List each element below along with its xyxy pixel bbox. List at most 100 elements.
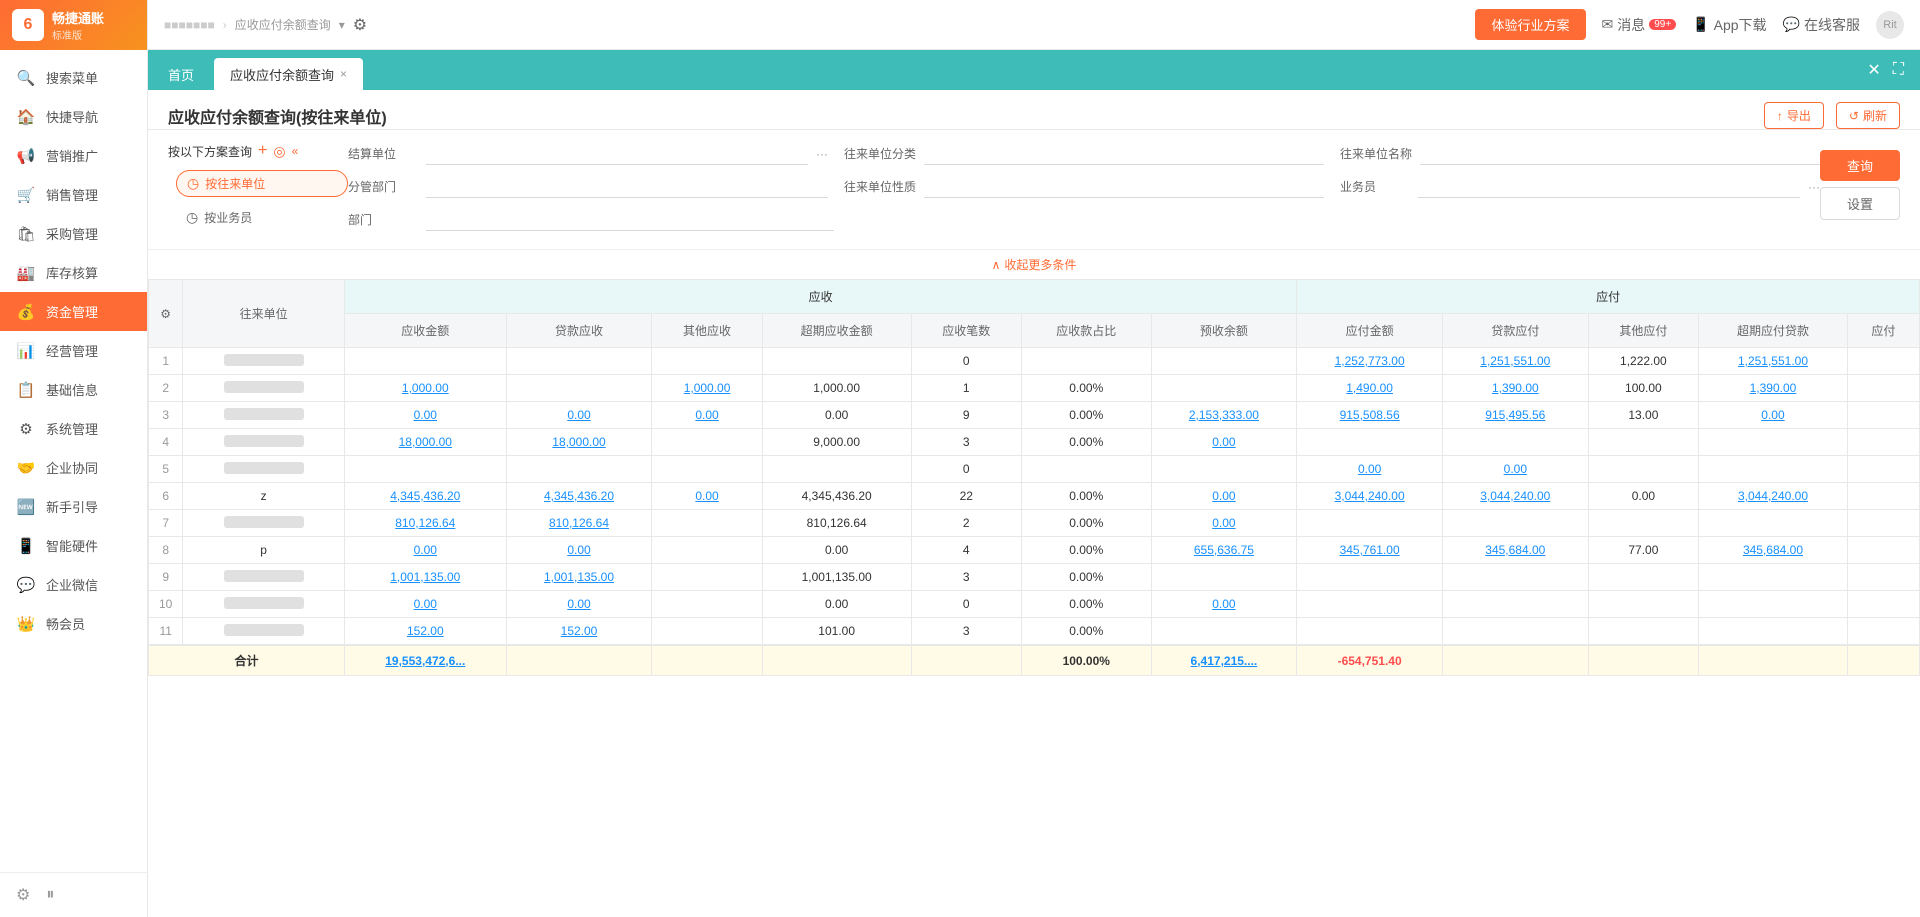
filter-section: 按以下方案查询 + ◎ « ◷ 按往来单位 ◷ 按业务员	[148, 130, 1920, 279]
sidebar-item-inventory[interactable]: 🏭库存核算	[0, 253, 147, 292]
scheme-salesperson[interactable]: ◷ 按业务员	[176, 205, 348, 230]
table-settings-icon[interactable]: ⚙	[160, 307, 171, 321]
collapse-footer-icon[interactable]: ⏸	[46, 886, 54, 904]
salesperson-dots[interactable]: ···	[1808, 180, 1820, 194]
sidebar-inventory-label: 库存核算	[46, 263, 98, 282]
sidebar-item-wechat[interactable]: 💬企业微信	[0, 565, 147, 604]
filter-add-btn[interactable]: +	[258, 142, 267, 160]
sidebar-wechat-icon: 💬	[16, 576, 36, 594]
scheme-partner[interactable]: ◷ 按往来单位	[176, 170, 348, 197]
breadcrumb-area: ■■■■■■■ › 应收应付余额查询 ▾ ⚙	[164, 15, 1463, 35]
sidebar-management-label: 经营管理	[46, 341, 98, 360]
filter-collapse-icon[interactable]: «	[292, 144, 299, 158]
sidebar-enterprise-icon: 🤝	[16, 459, 36, 477]
partner-nature-select[interactable]	[924, 175, 1324, 198]
logo-icon: 6	[12, 9, 44, 41]
sidebar-finance-icon: 💰	[16, 303, 36, 321]
settlement-input[interactable]	[426, 142, 808, 165]
app-download-icon[interactable]: 📱 App下载	[1692, 15, 1766, 35]
breadcrumb-arrow-icon[interactable]: ▾	[339, 18, 345, 32]
filter-config-btn[interactable]: ◎	[273, 143, 285, 160]
sidebar-item-management[interactable]: 📊 经营管理	[0, 331, 147, 370]
dept-mgr-select[interactable]	[426, 175, 828, 198]
sidebar-item-purchase[interactable]: 🛍采购管理	[0, 214, 147, 253]
message-label: 消息	[1617, 15, 1645, 35]
user-avatar[interactable]: Rit	[1876, 11, 1904, 39]
sidebar-sales-icon: 🛒	[16, 186, 36, 204]
sidebar-item-finance[interactable]: 💰 资金管理	[0, 292, 147, 331]
table-row: 10 0.000.000.0000.00%0.00	[149, 591, 1920, 618]
tab-active-label: 应收应付余额查询	[230, 65, 334, 84]
sidebar-logo: 6 畅捷通账 标准版	[0, 0, 147, 50]
tab-home[interactable]: 首页	[152, 58, 210, 90]
footer-prepay[interactable]: 6,417,215....	[1151, 645, 1297, 676]
sidebar-finance-label: 资金管理	[46, 302, 98, 321]
dept-select[interactable]	[426, 208, 834, 231]
page-header-actions: ↑ 导出 ↺ 刷新	[1764, 102, 1900, 129]
sidebar-vip-icon: 👑	[16, 615, 36, 633]
export-button[interactable]: ↑ 导出	[1764, 102, 1824, 129]
sidebar-basic-icon: 📋	[16, 381, 36, 399]
setting-button[interactable]: 设置	[1820, 187, 1900, 220]
sidebar-item-system[interactable]: ⚙系统管理	[0, 409, 147, 448]
tab-bar: 首页 应收应付余额查询 × ✕ ⛶	[148, 50, 1920, 90]
th-prepay-balance: 预收余额	[1151, 314, 1297, 348]
messages-icon-area[interactable]: ✉ 消息 99+	[1602, 15, 1677, 35]
tab-bar-actions: ✕ ⛶	[1867, 60, 1904, 80]
settlement-dots[interactable]: ···	[816, 147, 828, 161]
footer-label: 合计	[149, 645, 345, 676]
table-container[interactable]: ⚙ 往来单位 应收 应付 应收金额 贷款应收 其他应收 超期应收金额 应收笔数 …	[148, 279, 1920, 917]
table-row: 1 01,252,773.001,251,551.001,222.001,251…	[149, 348, 1920, 375]
sidebar-item-vip[interactable]: 👑畅会员	[0, 604, 147, 643]
page-header: 应收应付余额查询(按往来单位) ↑ 导出 ↺ 刷新	[148, 90, 1920, 130]
th-recv-ratio: 应收款占比	[1021, 314, 1151, 348]
sidebar-item-guide[interactable]: 🆕新手引导	[0, 487, 147, 526]
table-row: 6z4,345,436.204,345,436.200.004,345,436.…	[149, 483, 1920, 510]
tab-active[interactable]: 应收应付余额查询 ×	[214, 58, 363, 90]
messages-badge: 99+	[1649, 19, 1676, 30]
table-row: 3 0.000.000.000.0090.00%2,153,333.00915,…	[149, 402, 1920, 429]
sidebar-purchase-label: 采购管理	[46, 224, 98, 243]
tab-close-icon[interactable]: ×	[340, 67, 347, 81]
sidebar-menu: 🔍搜索菜单🏠快捷导航📢营销推广🛒销售管理🛍采购管理🏭库存核算 💰 资金管理 📊 经营管理…	[0, 50, 147, 872]
header-gear-icon[interactable]: ⚙	[353, 15, 367, 35]
th-settings[interactable]: ⚙	[149, 280, 183, 348]
sidebar: 6 畅捷通账 标准版 🔍搜索菜单🏠快捷导航📢营销推广🛒销售管理🛍采购管理🏭库存核…	[0, 0, 148, 917]
sidebar-item-sales[interactable]: 🛒销售管理	[0, 175, 147, 214]
sidebar-item-basic[interactable]: 📋基础信息	[0, 370, 147, 409]
sidebar-item-hardware[interactable]: 📱智能硬件	[0, 526, 147, 565]
online-service-label: 在线客服	[1804, 15, 1860, 35]
filter-row1: 结算单位 ··· 往来单位分类 往来单位名称	[348, 142, 1820, 165]
sidebar-enterprise-label: 企业协同	[46, 458, 98, 477]
sidebar-item-quicknav[interactable]: 🏠快捷导航	[0, 97, 147, 136]
th-loan-recv: 贷款应收	[506, 314, 652, 348]
breadcrumb-text: ■■■■■■■	[164, 18, 215, 32]
partner-category-select[interactable]	[924, 142, 1324, 165]
refresh-button[interactable]: ↺ 刷新	[1836, 102, 1900, 129]
settings-footer-icon[interactable]: ⚙	[16, 885, 30, 905]
field-settlement: 结算单位 ···	[348, 142, 828, 165]
th-other-recv: 其他应收	[652, 314, 762, 348]
export-icon: ↑	[1777, 109, 1783, 123]
salesperson-input[interactable]	[1418, 175, 1800, 198]
table-row: 7 810,126.64810,126.64810,126.6420.00%0.…	[149, 510, 1920, 537]
sidebar-marketing-label: 营销推广	[46, 146, 98, 165]
sidebar-item-marketing[interactable]: 📢营销推广	[0, 136, 147, 175]
footer-payable: -654,751.40	[1297, 645, 1443, 676]
sidebar-management-icon: 📊	[16, 342, 36, 360]
partner-name-input[interactable]	[1420, 142, 1820, 165]
sidebar-item-enterprise[interactable]: 🤝 企业协同	[0, 448, 147, 487]
sidebar-search-icon: 🔍	[16, 69, 36, 87]
footer-receivable[interactable]: 19,553,472,6...	[344, 645, 506, 676]
sidebar-item-search[interactable]: 🔍搜索菜单	[0, 58, 147, 97]
collapse-btn[interactable]: ∧ 收起更多条件	[148, 249, 1920, 279]
window-close-btn[interactable]: ✕	[1867, 60, 1880, 80]
promo-button[interactable]: 体验行业方案	[1475, 9, 1585, 40]
filter-row3: 部门	[348, 208, 1820, 231]
field-salesperson: 业务员 ···	[1340, 175, 1820, 198]
window-expand-btn[interactable]: ⛶	[1893, 61, 1904, 79]
sidebar-footer: ⚙ ⏸	[0, 872, 147, 917]
sidebar-guide-label: 新手引导	[46, 497, 98, 516]
query-button[interactable]: 查询	[1820, 150, 1900, 181]
online-service-icon[interactable]: 💬 在线客服	[1783, 15, 1860, 35]
